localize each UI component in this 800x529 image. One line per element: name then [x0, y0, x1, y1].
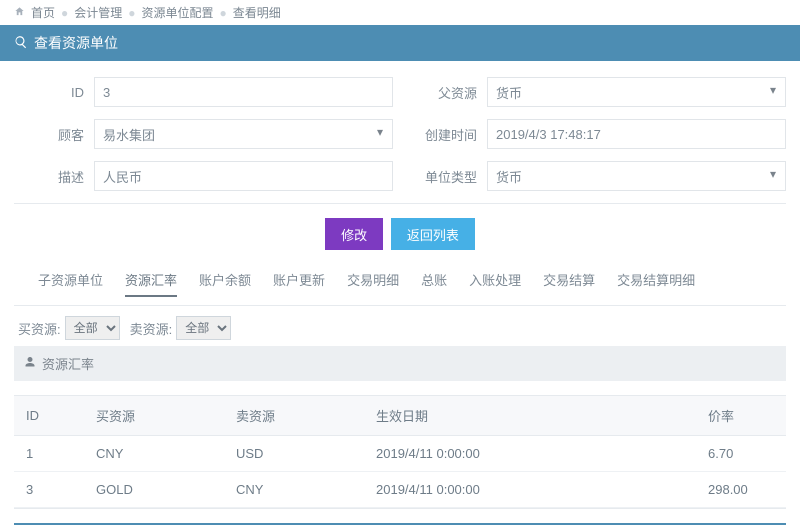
cell-sell: CNY: [224, 472, 364, 508]
search-icon: [14, 35, 28, 52]
cell-sell: USD: [224, 436, 364, 472]
cell-id: 3: [14, 472, 84, 508]
section-title: 资源汇率: [42, 354, 94, 373]
id-field[interactable]: [94, 77, 393, 107]
breadcrumb-sep: ●: [128, 6, 135, 20]
customer-label: 顾客: [14, 125, 94, 144]
tab-posting[interactable]: 入账处理: [469, 270, 521, 297]
breadcrumb-sep: ●: [61, 6, 68, 20]
col-date: 生效日期: [364, 396, 696, 436]
modify-button[interactable]: 修改: [325, 218, 383, 250]
col-rate: 价率: [696, 396, 786, 436]
unit-type-label: 单位类型: [407, 167, 487, 186]
tab-ledger[interactable]: 总账: [421, 270, 447, 297]
cell-date: 2019/4/11 0:00:00: [364, 472, 696, 508]
cell-id: 1: [14, 436, 84, 472]
description-label: 描述: [14, 167, 94, 186]
description-field[interactable]: [94, 161, 393, 191]
buy-resource-filter[interactable]: 全部: [65, 316, 120, 340]
table-row[interactable]: 3 GOLD CNY 2019/4/11 0:00:00 298.00: [14, 472, 786, 508]
bottom-accent-rule: [14, 523, 786, 525]
breadcrumb: 首页 ● 会计管理 ● 资源单位配置 ● 查看明细: [0, 0, 800, 25]
col-sell: 卖资源: [224, 396, 364, 436]
cell-rate: 6.70: [696, 436, 786, 472]
tab-child-resource[interactable]: 子资源单位: [38, 270, 103, 297]
tab-account-balance[interactable]: 账户余额: [199, 270, 251, 297]
breadcrumb-sep: ●: [220, 6, 227, 20]
user-icon: [24, 356, 36, 371]
rate-table: ID 买资源 卖资源 生效日期 价率 1 CNY USD 2019/4/11 0…: [14, 395, 786, 509]
id-label: ID: [14, 85, 94, 100]
tab-trade-detail[interactable]: 交易明细: [347, 270, 399, 297]
cell-buy: GOLD: [84, 472, 224, 508]
breadcrumb-home[interactable]: 首页: [31, 4, 55, 21]
tab-resource-rate[interactable]: 资源汇率: [125, 270, 177, 297]
buy-resource-filter-label: 买资源:: [18, 319, 61, 338]
action-bar: 修改 返回列表: [14, 203, 786, 260]
breadcrumb-l3[interactable]: 查看明细: [233, 4, 281, 21]
col-buy: 买资源: [84, 396, 224, 436]
sub-tabs: 子资源单位 资源汇率 账户余额 账户更新 交易明细 总账 入账处理 交易结算 交…: [14, 260, 786, 306]
home-icon: [14, 6, 25, 20]
page-title-bar: 查看资源单位: [0, 25, 800, 61]
created-time-label: 创建时间: [407, 125, 487, 144]
tab-settlement[interactable]: 交易结算: [543, 270, 595, 297]
breadcrumb-l1[interactable]: 会计管理: [74, 4, 122, 21]
parent-resource-select[interactable]: [487, 77, 786, 107]
col-id: ID: [14, 396, 84, 436]
table-row[interactable]: 1 CNY USD 2019/4/11 0:00:00 6.70: [14, 436, 786, 472]
sell-resource-filter[interactable]: 全部: [176, 316, 231, 340]
tab-account-update[interactable]: 账户更新: [273, 270, 325, 297]
table-header-row: ID 买资源 卖资源 生效日期 价率: [14, 396, 786, 436]
created-time-field[interactable]: [487, 119, 786, 149]
tab-settlement-detail[interactable]: 交易结算明细: [617, 270, 695, 297]
cell-date: 2019/4/11 0:00:00: [364, 436, 696, 472]
parent-resource-label: 父资源: [407, 83, 487, 102]
back-to-list-button[interactable]: 返回列表: [391, 218, 475, 250]
cell-rate: 298.00: [696, 472, 786, 508]
unit-type-select[interactable]: [487, 161, 786, 191]
filter-bar: 买资源: 全部 卖资源: 全部: [0, 306, 800, 346]
cell-buy: CNY: [84, 436, 224, 472]
section-header: 资源汇率: [14, 346, 786, 381]
detail-form: ID 父资源 顾客 创建时间 描述 单位类型: [0, 61, 800, 191]
sell-resource-filter-label: 卖资源:: [130, 319, 173, 338]
breadcrumb-l2[interactable]: 资源单位配置: [142, 4, 214, 21]
customer-select[interactable]: [94, 119, 393, 149]
page-title: 查看资源单位: [34, 33, 118, 53]
